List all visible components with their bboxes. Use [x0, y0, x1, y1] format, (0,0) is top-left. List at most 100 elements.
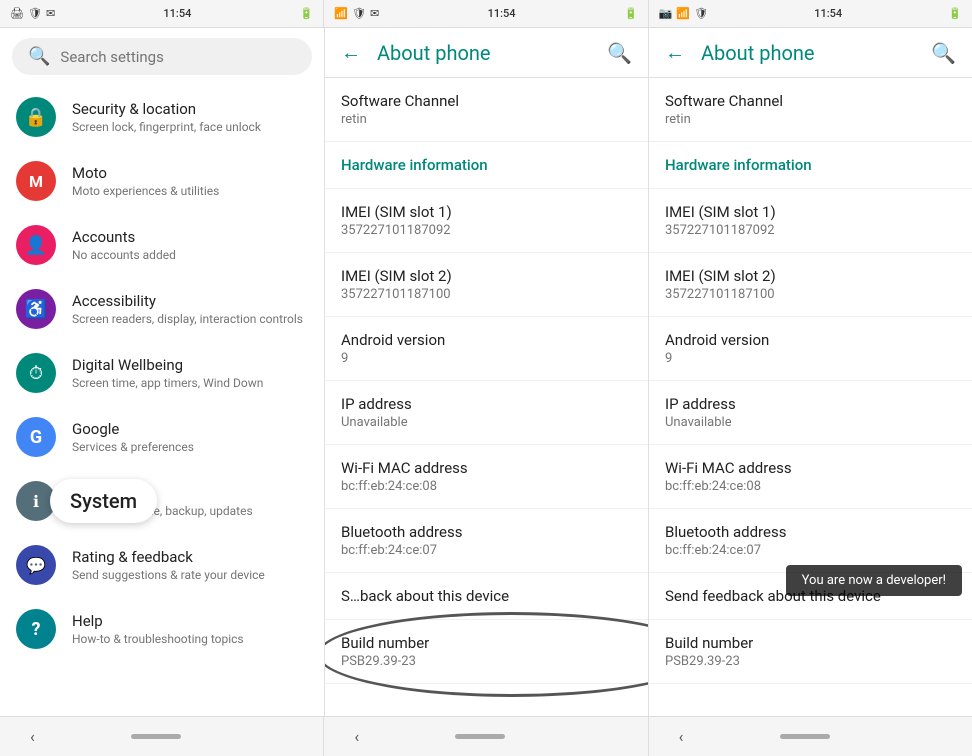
- about-panel-mid: ← About phone 🔍 Software Channel retin H…: [325, 28, 649, 716]
- moto-icon: M: [16, 161, 56, 201]
- about-imei1-right[interactable]: IMEI (SIM slot 1) 357227101187092: [649, 189, 972, 253]
- bottom-nav: ‹ ‹ ‹: [0, 716, 972, 756]
- imei2-sub-mid: 357227101187100: [341, 287, 632, 302]
- about-software-channel-right[interactable]: Software Channel retin: [649, 78, 972, 142]
- developer-toast: You are now a developer!: [786, 565, 962, 596]
- software-channel-title-mid: Software Channel: [341, 92, 632, 110]
- battery-icon-1: 🔋: [300, 7, 314, 20]
- help-title: Help: [72, 612, 308, 630]
- google-text: Google Services & preferences: [72, 420, 308, 454]
- bottom-section-mid: ‹: [324, 717, 648, 756]
- settings-item-accessibility[interactable]: ♿ Accessibility Screen readers, display,…: [0, 277, 324, 341]
- accessibility-text: Accessibility Screen readers, display, i…: [72, 292, 308, 326]
- about-wifi-mid[interactable]: Wi-Fi MAC address bc:ff:eb:24:ce:08: [325, 445, 648, 509]
- bluetooth-title-mid: Bluetooth address: [341, 523, 632, 541]
- nav-pill-left: [131, 734, 181, 739]
- rating-subtitle: Send suggestions & rate your device: [72, 568, 308, 582]
- search-button-mid[interactable]: 🔍: [607, 41, 632, 65]
- back-nav-mid[interactable]: ‹: [354, 727, 359, 746]
- back-nav-left[interactable]: ‹: [30, 727, 35, 746]
- about-build-right[interactable]: Build number PSB29.39-23: [649, 620, 972, 684]
- settings-item-system[interactable]: ℹ System Languages, time, backup, update…: [0, 469, 324, 533]
- search-placeholder: Search settings: [60, 48, 163, 66]
- settings-item-moto[interactable]: M Moto Moto experiences & utilities: [0, 149, 324, 213]
- about-feedback-mid[interactable]: S…back about this device: [325, 573, 648, 620]
- moto-title: Moto: [72, 164, 308, 182]
- moto-text: Moto Moto experiences & utilities: [72, 164, 308, 198]
- about-android-mid[interactable]: Android version 9: [325, 317, 648, 381]
- search-bar[interactable]: 🔍 Search settings: [12, 38, 312, 75]
- settings-item-google[interactable]: G Google Services & preferences: [0, 405, 324, 469]
- settings-item-digital-wellbeing[interactable]: ⏱ Digital Wellbeing Screen time, app tim…: [0, 341, 324, 405]
- accounts-subtitle: No accounts added: [72, 248, 308, 262]
- ip-sub-right: Unavailable: [665, 415, 956, 430]
- back-nav-right[interactable]: ‹: [679, 727, 684, 746]
- settings-item-rating[interactable]: 💬 Rating & feedback Send suggestions & r…: [0, 533, 324, 597]
- phone-icon-2: 📶: [334, 7, 348, 20]
- msg-icon: ✉: [46, 7, 55, 20]
- about-imei2-right[interactable]: IMEI (SIM slot 2) 357227101187100: [649, 253, 972, 317]
- status-bar: 🖨 🛡 ✉ 11:54 🔋 📶 🛡 ✉ 11:54 🔋 📷 📶 🛡 11:54 …: [0, 0, 972, 28]
- nav-pill-right: [780, 734, 830, 739]
- system-tooltip: System: [50, 479, 157, 523]
- rating-text: Rating & feedback Send suggestions & rat…: [72, 548, 308, 582]
- status-section-left: 🖨 🛡 ✉ 11:54 🔋: [0, 0, 324, 27]
- settings-item-security[interactable]: 🔒 Security & location Screen lock, finge…: [0, 85, 324, 149]
- about-android-right[interactable]: Android version 9: [649, 317, 972, 381]
- rating-icon: 💬: [16, 545, 56, 585]
- imei2-title-right: IMEI (SIM slot 2): [665, 267, 956, 285]
- nav-pill-mid: [455, 734, 505, 739]
- about-list-mid: Software Channel retin Hardware informat…: [325, 78, 648, 716]
- imei1-sub-mid: 357227101187092: [341, 223, 632, 238]
- settings-item-help[interactable]: ? Help How-to & troubleshooting topics: [0, 597, 324, 661]
- status-section-right: 📷 📶 🛡 11:54 🔋: [649, 0, 972, 27]
- wifi-sub-right: bc:ff:eb:24:ce:08: [665, 479, 956, 494]
- bluetooth-sub-right: bc:ff:eb:24:ce:07: [665, 543, 956, 558]
- about-ip-right[interactable]: IP address Unavailable: [649, 381, 972, 445]
- about-wifi-right[interactable]: Wi-Fi MAC address bc:ff:eb:24:ce:08: [649, 445, 972, 509]
- imei2-sub-right: 357227101187100: [665, 287, 956, 302]
- about-build-mid[interactable]: Build number PSB29.39-23: [325, 620, 648, 684]
- android-title-mid: Android version: [341, 331, 632, 349]
- settings-item-accounts[interactable]: 👤 Accounts No accounts added: [0, 213, 324, 277]
- shield-icon-2: 🛡: [352, 7, 366, 20]
- software-channel-sub-mid: retin: [341, 112, 632, 127]
- phone-icon-3: 📶: [676, 7, 690, 20]
- back-button-right[interactable]: ←: [665, 40, 685, 65]
- security-subtitle: Screen lock, fingerprint, face unlock: [72, 120, 308, 134]
- status-section-mid: 📶 🛡 ✉ 11:54 🔋: [324, 0, 648, 27]
- about-imei2-mid[interactable]: IMEI (SIM slot 2) 357227101187100: [325, 253, 648, 317]
- about-title-right: About phone: [701, 41, 915, 65]
- build-sub-right: PSB29.39-23: [665, 654, 956, 669]
- digital-wellbeing-subtitle: Screen time, app timers, Wind Down: [72, 376, 308, 390]
- imei2-title-mid: IMEI (SIM slot 2): [341, 267, 632, 285]
- main-layout: 🔍 Search settings 🔒 Security & location …: [0, 28, 972, 716]
- about-software-channel-mid[interactable]: Software Channel retin: [325, 78, 648, 142]
- security-title: Security & location: [72, 100, 308, 118]
- about-panel-right: ← About phone 🔍 Software Channel retin H…: [649, 28, 972, 716]
- imei1-title-mid: IMEI (SIM slot 1): [341, 203, 632, 221]
- rating-title: Rating & feedback: [72, 548, 308, 566]
- accounts-title: Accounts: [72, 228, 308, 246]
- panel-header-mid: ← About phone 🔍: [325, 28, 648, 78]
- search-button-right[interactable]: 🔍: [931, 41, 956, 65]
- digital-wellbeing-title: Digital Wellbeing: [72, 356, 308, 374]
- about-ip-mid[interactable]: IP address Unavailable: [325, 381, 648, 445]
- back-button-mid[interactable]: ←: [341, 40, 361, 65]
- digital-wellbeing-text: Digital Wellbeing Screen time, app timer…: [72, 356, 308, 390]
- shield-icon-3: 🛡: [694, 7, 708, 20]
- security-icon: 🔒: [16, 97, 56, 137]
- status-icons-left: 🖨 🛡 ✉: [10, 7, 55, 20]
- status-icons-right: 📷 📶 🛡: [659, 7, 708, 20]
- shield-icon: 🛡: [28, 7, 42, 20]
- android-sub-mid: 9: [341, 351, 632, 366]
- about-bluetooth-mid[interactable]: Bluetooth address bc:ff:eb:24:ce:07: [325, 509, 648, 573]
- digital-wellbeing-icon: ⏱: [16, 353, 56, 393]
- status-time-3: 11:54: [814, 7, 842, 20]
- about-bluetooth-right[interactable]: Bluetooth address bc:ff:eb:24:ce:07: [649, 509, 972, 573]
- imei1-sub-right: 357227101187092: [665, 223, 956, 238]
- moto-subtitle: Moto experiences & utilities: [72, 184, 308, 198]
- accounts-icon: 👤: [16, 225, 56, 265]
- about-imei1-mid[interactable]: IMEI (SIM slot 1) 357227101187092: [325, 189, 648, 253]
- status-time-2: 11:54: [488, 7, 516, 20]
